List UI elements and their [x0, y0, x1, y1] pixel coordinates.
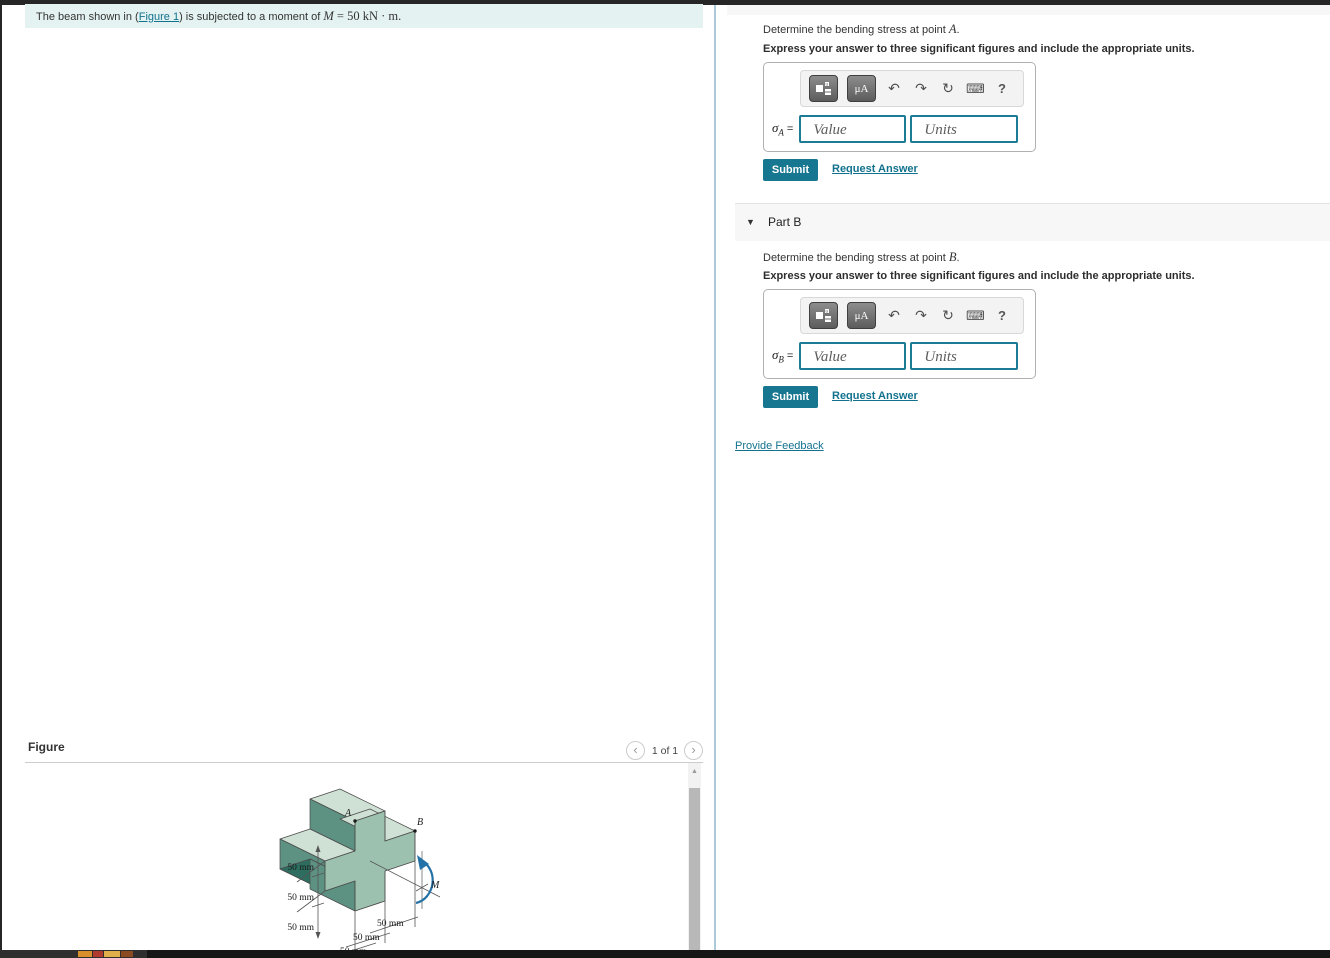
scrollbar-thumb[interactable]: [689, 788, 700, 958]
equation-editor-icon[interactable]: u: [809, 75, 838, 102]
problem-text-mid: ) is subjected to a moment of: [179, 11, 324, 23]
units-template-label: μA: [854, 309, 869, 322]
panel-divider: [714, 5, 716, 958]
reset-icon[interactable]: ↻: [939, 80, 957, 97]
scrollbar-up-icon[interactable]: ▲: [688, 763, 701, 780]
problem-statement: The beam shown in (Figure 1) is subjecte…: [25, 4, 703, 28]
point-a-label: A: [344, 808, 352, 819]
part-a-answer-row: σA =: [772, 114, 1019, 144]
point-b-label: B: [417, 817, 423, 828]
taskbar-segment: [0, 950, 147, 958]
undo-icon[interactable]: ↶: [885, 307, 903, 324]
part-b-equals: =: [786, 350, 794, 362]
reset-icon[interactable]: ↻: [939, 307, 957, 324]
part-b-prompt: Determine the bending stress at point B.: [763, 250, 960, 265]
figure-prev-button[interactable]: ‹: [626, 741, 645, 760]
part-b-instruction: Express your answer to three significant…: [763, 270, 1195, 282]
help-icon[interactable]: ?: [993, 308, 1011, 323]
dim-label-2: 50 mm: [287, 893, 314, 903]
part-b-sigma-label: σB: [772, 347, 784, 365]
point-a-dot: [353, 819, 357, 823]
window-left-edge: [0, 0, 2, 958]
collapse-triangle-icon: ▼: [746, 217, 755, 227]
part-b-header-label: Part B: [768, 215, 802, 229]
problem-text-prefix: The beam shown in (: [36, 11, 139, 23]
figure-next-button[interactable]: ›: [684, 741, 703, 760]
part-a-prompt-period: .: [956, 24, 960, 36]
keyboard-icon[interactable]: ⌨: [966, 308, 985, 324]
dim-arrow-bottom: [315, 932, 321, 939]
part-b-answer-box: u μA ↶ ↷ ↻ ⌨ ? σB =: [763, 289, 1036, 379]
part-a-prompt: Determine the bending stress at point A.: [763, 22, 960, 37]
moment-variable: M: [323, 9, 334, 23]
part-a-request-answer-link[interactable]: Request Answer: [832, 163, 918, 175]
point-b-dot: [413, 829, 417, 833]
dim-label-4: 50 mm: [377, 919, 404, 929]
figure-section-title: Figure: [28, 740, 65, 754]
taskbar-color-2: [93, 951, 103, 957]
keyboard-icon[interactable]: ⌨: [966, 81, 985, 97]
dim-label-3: 50 mm: [287, 923, 314, 933]
part-b-prompt-period: .: [956, 252, 960, 264]
taskbar-color-4: [121, 951, 133, 957]
equation-editor-icon[interactable]: u: [809, 302, 838, 329]
redo-icon[interactable]: ↷: [912, 307, 930, 324]
part-b-answer-row: σB =: [772, 341, 1019, 371]
part-a-sigma-label: σA: [772, 120, 784, 138]
moment-label: M: [430, 880, 440, 891]
part-b-value-input[interactable]: [799, 342, 907, 370]
part-a-equation-toolbar: u μA ↶ ↷ ↻ ⌨ ?: [800, 70, 1024, 107]
part-a-point-var: A: [948, 22, 957, 36]
undo-icon[interactable]: ↶: [885, 80, 903, 97]
units-template-icon[interactable]: μA: [847, 302, 876, 329]
dim-label-1: 50 mm: [287, 863, 314, 873]
dim-label-5: 50 mm: [353, 933, 380, 943]
taskbar-color-1: [78, 951, 92, 957]
window-bottom-edge: [0, 950, 1330, 958]
figure-page-indicator: 1 of 1: [651, 745, 679, 757]
taskbar-color-3: [104, 951, 120, 957]
screen: The beam shown in (Figure 1) is subjecte…: [0, 0, 1330, 958]
provide-feedback-link[interactable]: Provide Feedback: [735, 440, 824, 452]
part-a-value-input[interactable]: [799, 115, 907, 143]
redo-icon[interactable]: ↷: [912, 80, 930, 97]
moment-arrowhead: [417, 855, 429, 870]
moment-value: = 50 kN · m.: [333, 9, 402, 23]
part-a-submit-button[interactable]: Submit: [763, 159, 818, 181]
figure-scrollbar[interactable]: ▲: [688, 763, 701, 958]
units-template-label: μA: [854, 82, 869, 95]
chevron-right-icon: ›: [691, 742, 696, 757]
part-a-units-input[interactable]: [910, 115, 1019, 143]
part-b-submit-button[interactable]: Submit: [763, 386, 818, 408]
beam-figure: A B M 50 mm 50 mm 50 mm 50 mm 50 mm 50 m…: [279, 788, 441, 958]
part-a-answer-box: u μA ↶ ↷ ↻ ⌨ ? σA =: [763, 62, 1036, 152]
chevron-left-icon: ‹: [633, 742, 638, 757]
part-a-header-partial: [727, 5, 1330, 15]
part-a-equals: =: [786, 123, 794, 135]
part-b-point-var: B: [948, 250, 957, 264]
part-a-instruction: Express your answer to three significant…: [763, 43, 1195, 55]
part-b-header[interactable]: ▼ Part B: [735, 203, 1330, 241]
part-a-prompt-text: Determine the bending stress at point: [763, 24, 949, 36]
units-template-icon[interactable]: μA: [847, 75, 876, 102]
part-b-equation-toolbar: u μA ↶ ↷ ↻ ⌨ ?: [800, 297, 1024, 334]
part-b-prompt-text: Determine the bending stress at point: [763, 252, 949, 264]
figure-1-link[interactable]: Figure 1: [139, 11, 179, 23]
part-b-units-input[interactable]: [910, 342, 1019, 370]
help-icon[interactable]: ?: [993, 81, 1011, 96]
part-b-request-answer-link[interactable]: Request Answer: [832, 390, 918, 402]
